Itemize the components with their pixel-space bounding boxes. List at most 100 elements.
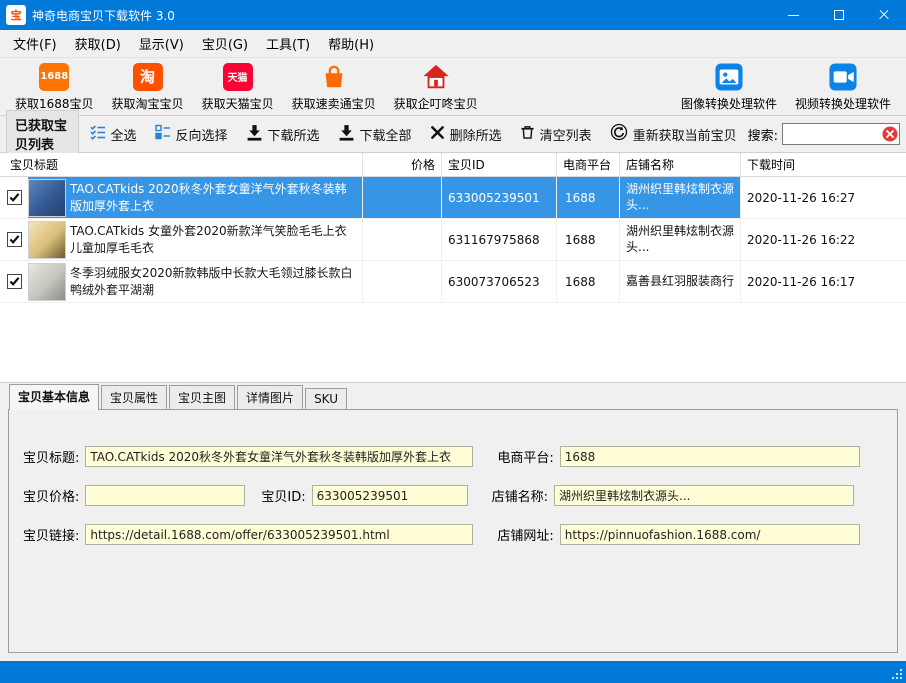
- video-converter-button[interactable]: 视频转换处理软件: [786, 59, 900, 115]
- refresh-icon: [610, 123, 628, 145]
- video-converter-icon: [827, 62, 859, 92]
- menu-fetch[interactable]: 获取(D): [66, 30, 130, 57]
- tab-basic-info[interactable]: 宝贝基本信息: [9, 384, 100, 410]
- product-platform: 1688: [557, 219, 620, 260]
- status-bar: [0, 661, 906, 683]
- fetch-1688-label: 获取1688宝贝: [15, 96, 94, 111]
- col-shop[interactable]: 店铺名称: [620, 153, 741, 176]
- detail-price-input[interactable]: [85, 485, 246, 506]
- menu-file[interactable]: 文件(F): [4, 30, 66, 57]
- detail-panel: 宝贝标题: 电商平台: 宝贝价格: 宝贝ID: 店铺名称: 宝贝链接: 店铺网址…: [8, 409, 898, 653]
- product-title: TAO.CATkids 2020秋冬外套女童洋气外套秋冬装韩版加厚外套上衣: [70, 182, 347, 213]
- taobao-icon: 淘: [132, 62, 163, 91]
- download-selected-button[interactable]: 下载所选: [239, 120, 327, 149]
- delete-selected-label: 删除所选: [449, 128, 502, 144]
- product-platform: 1688: [557, 177, 620, 218]
- product-time: 2020-11-26 16:22: [747, 232, 856, 247]
- 1688-icon: 1688: [39, 62, 70, 91]
- invert-selection-label: 反向选择: [175, 128, 228, 144]
- col-title[interactable]: 宝贝标题: [0, 153, 363, 176]
- detail-shop-url-input[interactable]: [559, 524, 860, 545]
- menu-tools[interactable]: 工具(T): [257, 30, 319, 57]
- download-all-icon: [338, 124, 355, 145]
- close-icon: [878, 9, 890, 21]
- col-id[interactable]: 宝贝ID: [442, 153, 557, 176]
- house-icon: [420, 62, 452, 92]
- detail-price-label: 宝贝价格:: [23, 490, 80, 505]
- table-row[interactable]: 冬季羽绒服女2020新款韩版中长款大毛领过膝长款白鸭绒外套平湖潮 6300737…: [0, 261, 906, 303]
- col-price[interactable]: 价格: [363, 153, 442, 176]
- fetched-list-label: 已获取宝贝列表: [6, 110, 79, 158]
- menu-bar: 文件(F) 获取(D) 显示(V) 宝贝(G) 工具(T) 帮助(H): [0, 30, 906, 58]
- tab-main-images[interactable]: 宝贝主图: [169, 385, 236, 410]
- product-id: 633005239501: [442, 177, 557, 218]
- fetch-aliexpress-label: 获取速卖通宝贝: [291, 96, 376, 111]
- product-price: [363, 177, 442, 218]
- detail-title-input[interactable]: [85, 446, 474, 467]
- table-row[interactable]: TAO.CATkids 女童外套2020新款洋气笑脸毛毛上衣儿童加厚毛毛衣 63…: [0, 219, 906, 261]
- clear-list-button[interactable]: 清空列表: [513, 120, 599, 148]
- resize-grip[interactable]: [892, 669, 902, 679]
- maximize-icon: [833, 10, 844, 20]
- detail-id-label: 宝贝ID:: [261, 490, 306, 505]
- product-shop: 湖州织里韩炫制衣源头...: [620, 219, 741, 260]
- fetch-taobao-button[interactable]: 淘 获取淘宝宝贝: [103, 59, 193, 115]
- detail-shop-input[interactable]: [554, 485, 855, 506]
- detail-link-label: 宝贝链接:: [23, 529, 80, 544]
- download-selected-icon: [246, 124, 263, 145]
- image-converter-icon: [713, 62, 745, 92]
- product-thumbnail: [28, 220, 66, 259]
- download-all-button[interactable]: 下载全部: [331, 120, 419, 149]
- fetch-tmall-button[interactable]: 天猫 获取天猫宝贝: [193, 59, 283, 115]
- product-table: 宝贝标题 价格 宝贝ID 电商平台 店铺名称 下载时间 TAO.CATkids …: [0, 153, 906, 383]
- menu-item[interactable]: 宝贝(G): [193, 30, 257, 57]
- tab-attributes[interactable]: 宝贝属性: [101, 385, 168, 410]
- select-all-button[interactable]: 全选: [83, 120, 144, 148]
- delete-selected-button[interactable]: 删除所选: [423, 121, 509, 148]
- col-platform[interactable]: 电商平台: [557, 153, 620, 176]
- fetch-1688-button[interactable]: 1688 获取1688宝贝: [6, 59, 103, 115]
- app-logo-icon: 宝: [6, 5, 26, 25]
- search-clear-icon[interactable]: [882, 126, 898, 142]
- titlebar: 宝 神奇电商宝贝下载软件 3.0: [0, 0, 906, 30]
- video-converter-label: 视频转换处理软件: [794, 96, 891, 111]
- col-time[interactable]: 下载时间: [741, 153, 906, 176]
- fetch-tmall-label: 获取天猫宝贝: [201, 96, 274, 111]
- download-selected-label: 下载所选: [267, 128, 320, 144]
- select-all-icon: [89, 124, 106, 144]
- detail-platform-input[interactable]: [559, 446, 860, 467]
- fetch-qidingdong-button[interactable]: 获取企叮咚宝贝: [385, 59, 487, 115]
- product-title: 冬季羽绒服女2020新款韩版中长款大毛领过膝长款白鸭绒外套平湖潮: [70, 266, 353, 297]
- row-checkbox[interactable]: [6, 232, 22, 247]
- maximize-button[interactable]: [816, 0, 861, 30]
- product-time: 2020-11-26 16:17: [747, 274, 856, 289]
- download-all-label: 下载全部: [359, 128, 412, 144]
- product-time: 2020-11-26 16:27: [741, 177, 906, 218]
- row-checkbox[interactable]: [6, 190, 22, 205]
- product-shop: 嘉善县红羽服装商行: [620, 261, 741, 302]
- main-toolbar: 1688 获取1688宝贝 淘 获取淘宝宝贝 天猫 获取天猫宝贝 获取速卖通宝贝…: [0, 58, 906, 116]
- tab-sku[interactable]: SKU: [305, 388, 348, 410]
- close-button[interactable]: [861, 0, 906, 30]
- product-id: 631167975868: [442, 219, 557, 260]
- minimize-icon: [788, 14, 799, 16]
- fetch-aliexpress-button[interactable]: 获取速卖通宝贝: [283, 59, 385, 115]
- invert-selection-button[interactable]: 反向选择: [148, 120, 235, 148]
- row-checkbox[interactable]: [6, 274, 22, 289]
- refresh-current-button[interactable]: 重新获取当前宝贝: [603, 119, 744, 149]
- select-all-label: 全选: [110, 128, 137, 144]
- menu-help[interactable]: 帮助(H): [319, 30, 383, 57]
- menu-view[interactable]: 显示(V): [130, 30, 193, 57]
- detail-id-input[interactable]: [311, 485, 468, 506]
- product-thumbnail: [28, 178, 66, 217]
- minimize-button[interactable]: [771, 0, 816, 30]
- table-header: 宝贝标题 价格 宝贝ID 电商平台 店铺名称 下载时间: [0, 153, 906, 177]
- image-converter-button[interactable]: 图像转换处理软件: [672, 59, 786, 115]
- aliexpress-bag-icon: [318, 62, 350, 92]
- tab-detail-images[interactable]: 详情图片: [237, 385, 304, 410]
- table-row[interactable]: TAO.CATkids 2020秋冬外套女童洋气外套秋冬装韩版加厚外套上衣 63…: [0, 177, 906, 219]
- detail-shop-url-label: 店铺网址:: [497, 529, 554, 544]
- detail-link-input[interactable]: [85, 524, 474, 545]
- product-id: 630073706523: [442, 261, 557, 302]
- refresh-current-label: 重新获取当前宝贝: [632, 128, 737, 144]
